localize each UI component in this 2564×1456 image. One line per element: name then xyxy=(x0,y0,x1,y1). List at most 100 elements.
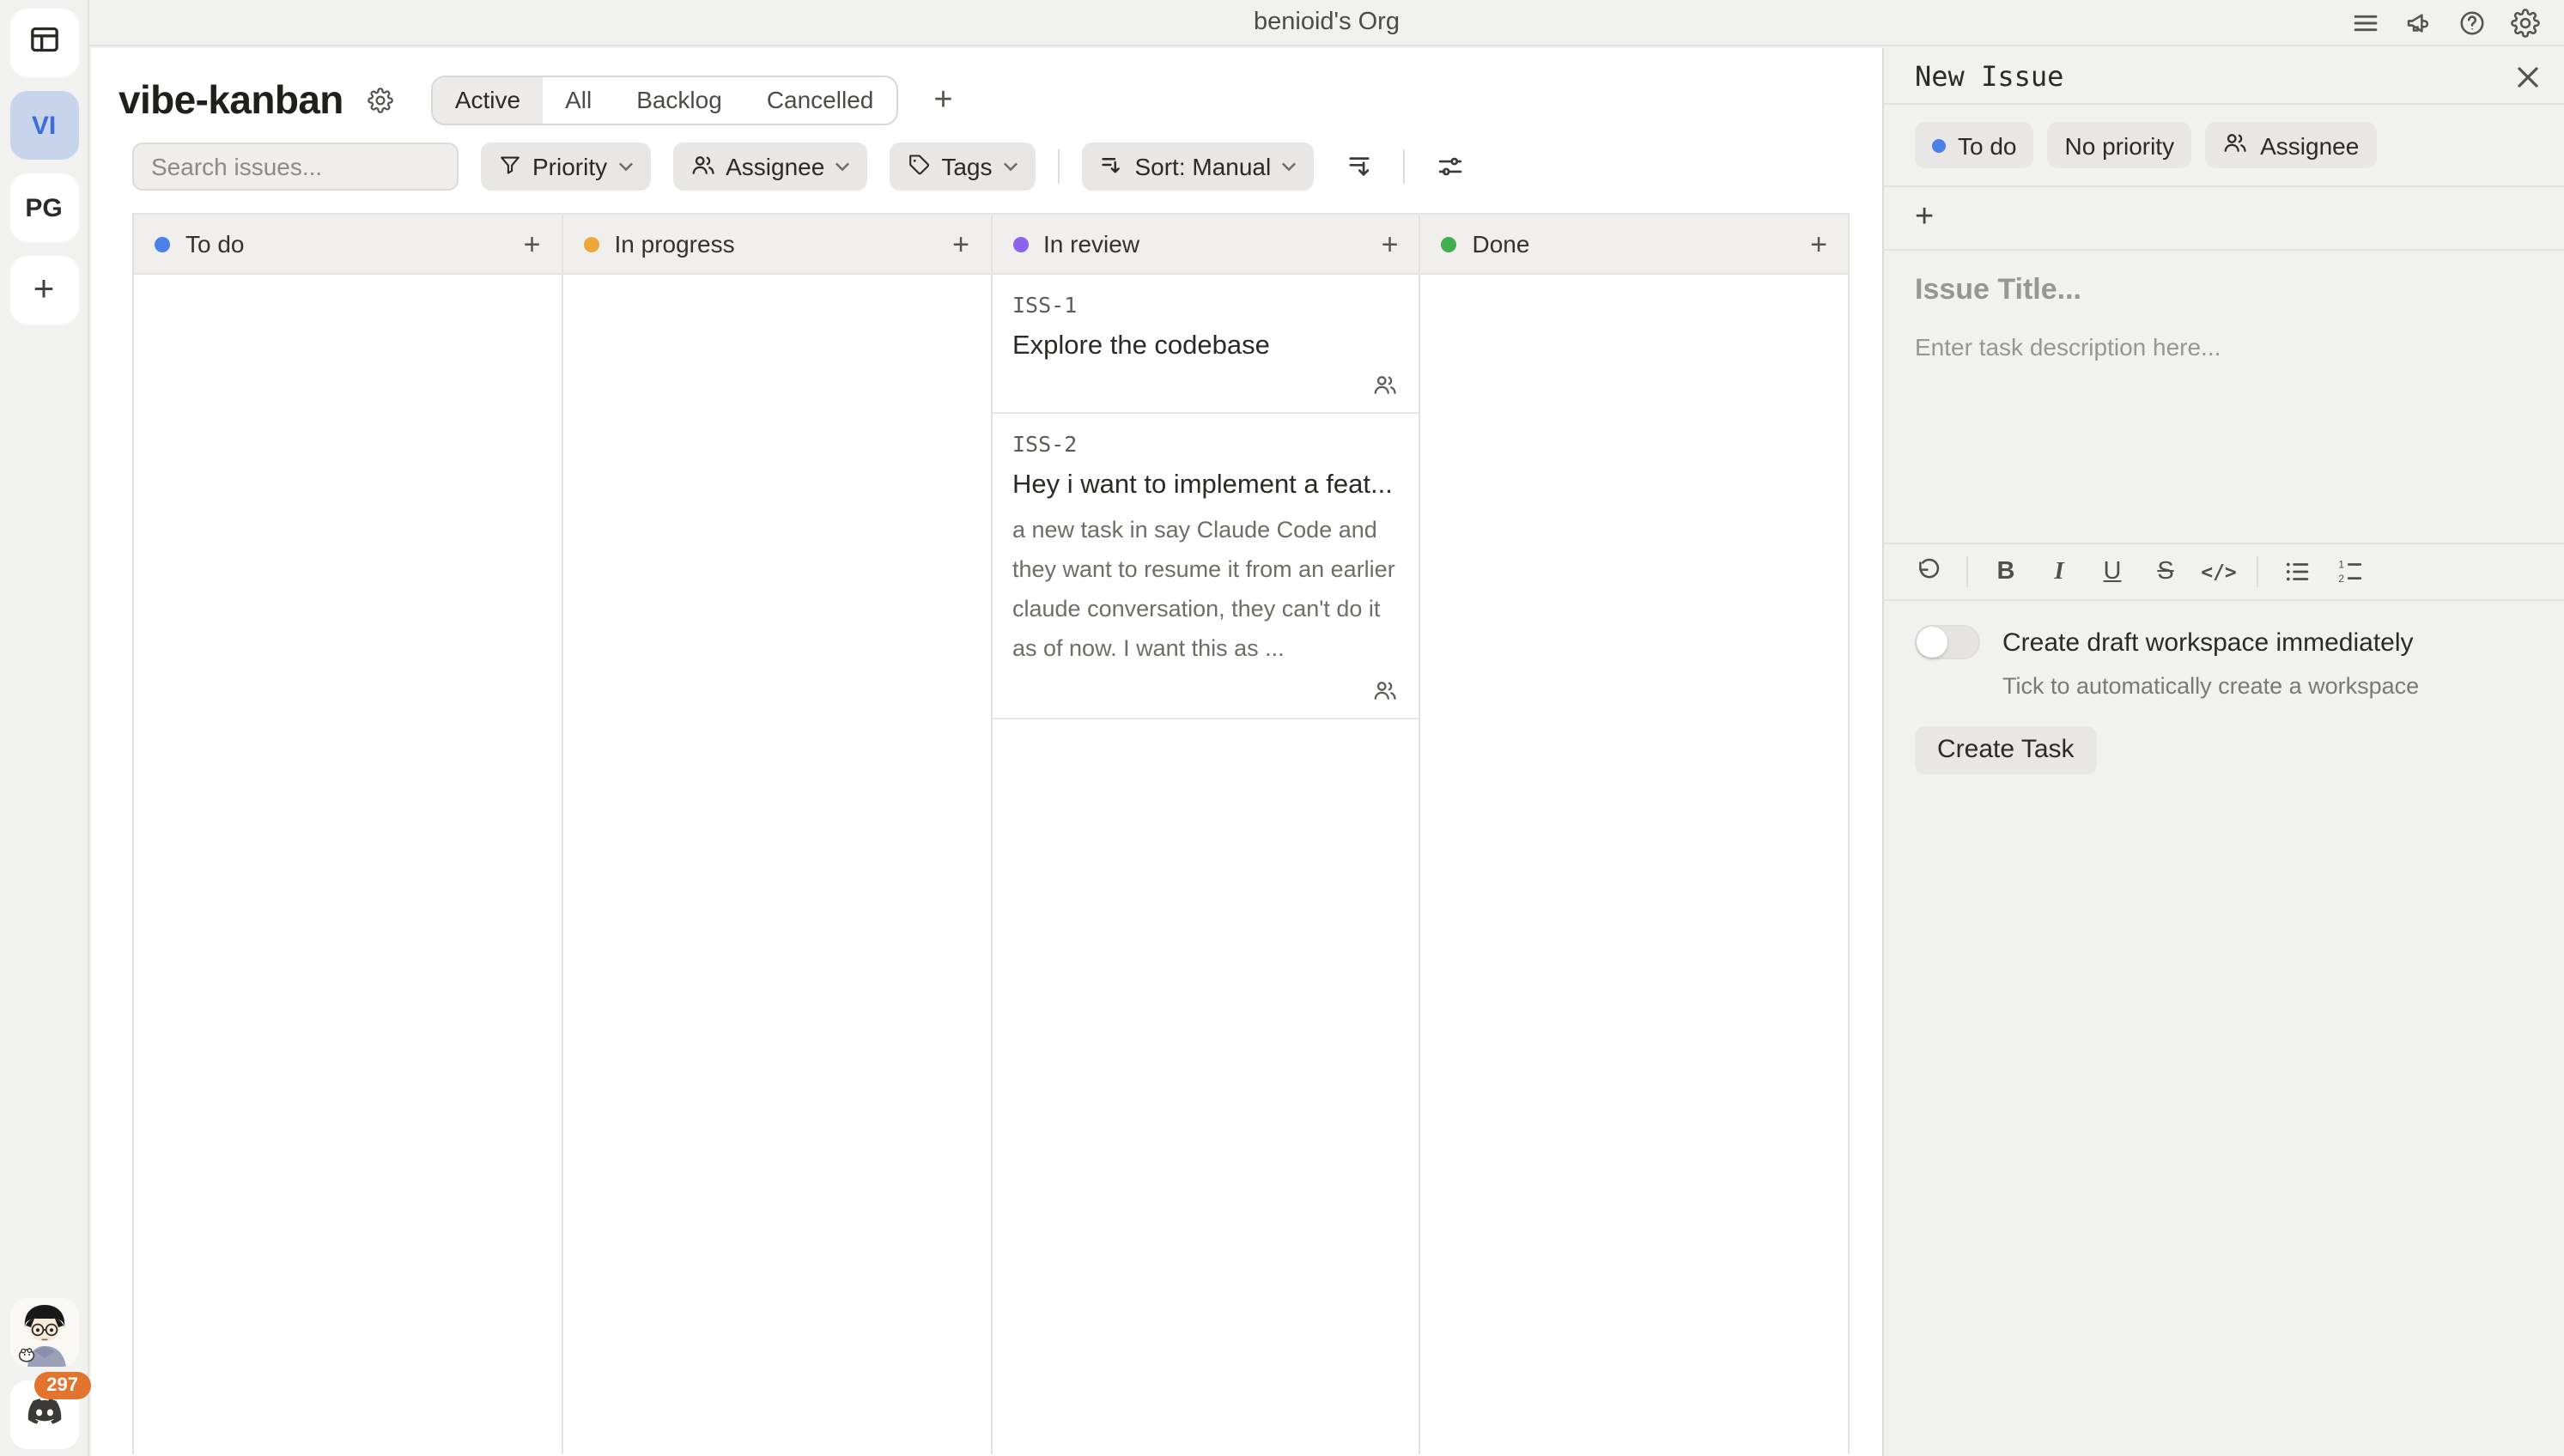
divider xyxy=(2257,556,2258,587)
assignee-users-icon[interactable] xyxy=(1373,678,1399,702)
assignee-filter-button[interactable]: Assignee xyxy=(672,143,867,191)
sort-direction-button[interactable] xyxy=(1336,144,1381,189)
priority-filter-label: Priority xyxy=(532,153,607,180)
view-tabs: Active All Backlog Cancelled xyxy=(431,76,898,125)
toggle-label: Create draft workspace immediately xyxy=(2002,628,2414,657)
status-chip-label: To do xyxy=(1958,131,2017,159)
sidebar-item-project-pg[interactable]: PG xyxy=(9,173,78,242)
issue-title-input[interactable]: Issue Title... xyxy=(1915,273,2533,307)
sidebar: VI PG + xyxy=(0,0,89,1456)
sort-button[interactable]: Sort: Manual xyxy=(1081,143,1314,191)
sort-lines-icon xyxy=(1098,152,1124,181)
tab-backlog[interactable]: Backlog xyxy=(614,77,744,124)
divider xyxy=(1057,149,1059,184)
underline-button[interactable]: U xyxy=(2090,551,2135,592)
column-body xyxy=(134,275,562,1454)
toggle-hint: Tick to automatically create a workspace xyxy=(2002,673,2533,699)
issue-editor: Issue Title... Enter task description he… xyxy=(1884,273,2564,544)
discord-count-badge: 297 xyxy=(34,1372,90,1399)
column-body xyxy=(1421,275,1849,1454)
project-settings-gear-icon[interactable] xyxy=(368,88,393,113)
priority-chip-label: No priority xyxy=(2065,131,2175,159)
italic-button[interactable]: I xyxy=(2037,551,2081,592)
page-title: vibe-kanban xyxy=(118,77,343,124)
status-dot xyxy=(155,236,170,252)
status-chip[interactable]: To do xyxy=(1915,122,2034,168)
chevron-down-icon xyxy=(617,161,633,172)
panel-header: New Issue xyxy=(1884,48,2564,105)
topbar-icons xyxy=(2349,0,2540,46)
numbered-list-icon[interactable]: 12 xyxy=(2327,551,2372,592)
add-card-button[interactable]: + xyxy=(952,229,969,258)
workspace-toggle-section: Create draft workspace immediately Tick … xyxy=(1884,601,2564,798)
column-done: Done + xyxy=(1421,215,1849,1454)
tab-cancelled[interactable]: Cancelled xyxy=(744,77,896,124)
toggle-row: Create draft workspace immediately xyxy=(1915,625,2533,659)
add-view-button[interactable]: + xyxy=(933,82,952,119)
draft-workspace-toggle[interactable] xyxy=(1915,625,1980,659)
sidebar-item-dashboard[interactable] xyxy=(9,9,78,77)
column-todo: To do + xyxy=(134,215,563,1454)
plus-icon: + xyxy=(33,270,55,311)
chevron-down-icon xyxy=(1002,161,1018,172)
sidebar-item-workspace-vi[interactable]: VI xyxy=(9,91,78,160)
app-root: benioid's Org VI PG xyxy=(0,0,2564,1456)
add-property-row: + xyxy=(1884,187,2564,251)
svg-text:2: 2 xyxy=(2337,573,2343,585)
undo-icon[interactable] xyxy=(1906,551,1951,592)
search-input[interactable] xyxy=(132,143,459,191)
add-property-button[interactable]: + xyxy=(1915,199,1934,237)
add-card-button[interactable]: + xyxy=(1810,229,1827,258)
filter-row: Priority Assignee Tags Sort: Manual xyxy=(132,143,1882,191)
priority-filter-button[interactable]: Priority xyxy=(481,143,650,191)
menu-icon[interactable] xyxy=(2349,8,2380,39)
megaphone-icon[interactable] xyxy=(2403,8,2433,39)
issue-id: ISS-2 xyxy=(1012,431,1399,457)
create-task-button[interactable]: Create Task xyxy=(1915,726,2097,774)
issue-card-iss-1[interactable]: ISS-1 Explore the codebase xyxy=(992,275,1419,414)
dashboard-layout-icon xyxy=(27,22,61,64)
user-avatar[interactable] xyxy=(9,1298,78,1367)
assignee-users-icon[interactable] xyxy=(1373,373,1399,397)
strikethrough-button[interactable]: S xyxy=(2143,551,2188,592)
bullet-list-icon[interactable] xyxy=(2274,551,2318,592)
add-card-button[interactable]: + xyxy=(1382,229,1399,258)
column-header: In review + xyxy=(992,215,1419,275)
sidebar-add-button[interactable]: + xyxy=(9,256,78,325)
column-name: Done xyxy=(1473,230,1811,258)
settings-gear-icon[interactable] xyxy=(2509,8,2540,39)
tags-filter-button[interactable]: Tags xyxy=(890,143,1035,191)
panel-title: New Issue xyxy=(1915,59,2063,92)
tab-all[interactable]: All xyxy=(543,77,614,124)
column-body xyxy=(563,275,991,1454)
priority-chip[interactable]: No priority xyxy=(2048,122,2192,168)
tag-icon xyxy=(907,152,931,181)
divider xyxy=(1966,556,1968,587)
column-name: In progress xyxy=(615,230,953,258)
add-card-button[interactable]: + xyxy=(524,229,541,258)
column-name: In review xyxy=(1043,230,1382,258)
column-header: In progress + xyxy=(563,215,991,275)
issue-card-iss-2[interactable]: ISS-2 Hey i want to implement a feat... … xyxy=(992,414,1419,719)
code-button[interactable]: </> xyxy=(2196,551,2241,592)
display-options-button[interactable] xyxy=(1427,144,1472,189)
issue-title: Explore the codebase xyxy=(1012,331,1399,362)
users-icon xyxy=(690,152,715,181)
project-initials-label: PG xyxy=(25,193,62,222)
bold-button[interactable]: B xyxy=(1984,551,2028,592)
issue-description-input[interactable]: Enter task description here... xyxy=(1915,333,2533,361)
svg-text:1: 1 xyxy=(2337,559,2343,571)
discord-link[interactable]: 297 xyxy=(9,1380,78,1449)
assignee-chip-label: Assignee xyxy=(2260,131,2359,159)
assignee-chip[interactable]: Assignee xyxy=(2205,122,2376,168)
tab-active[interactable]: Active xyxy=(433,77,543,124)
chevron-down-icon xyxy=(1281,161,1297,172)
help-icon[interactable] xyxy=(2456,8,2487,39)
column-body: ISS-1 Explore the codebase ISS-2 Hey i w… xyxy=(992,275,1419,1454)
close-icon[interactable] xyxy=(2516,48,2540,105)
workspace-initials-label: VI xyxy=(32,111,56,140)
column-in-review: In review + ISS-1 Explore the codebase I… xyxy=(992,215,1421,1454)
property-chips: To do No priority Assignee xyxy=(1884,105,2564,187)
column-name: To do xyxy=(185,230,524,258)
assignee-filter-label: Assignee xyxy=(726,153,824,180)
